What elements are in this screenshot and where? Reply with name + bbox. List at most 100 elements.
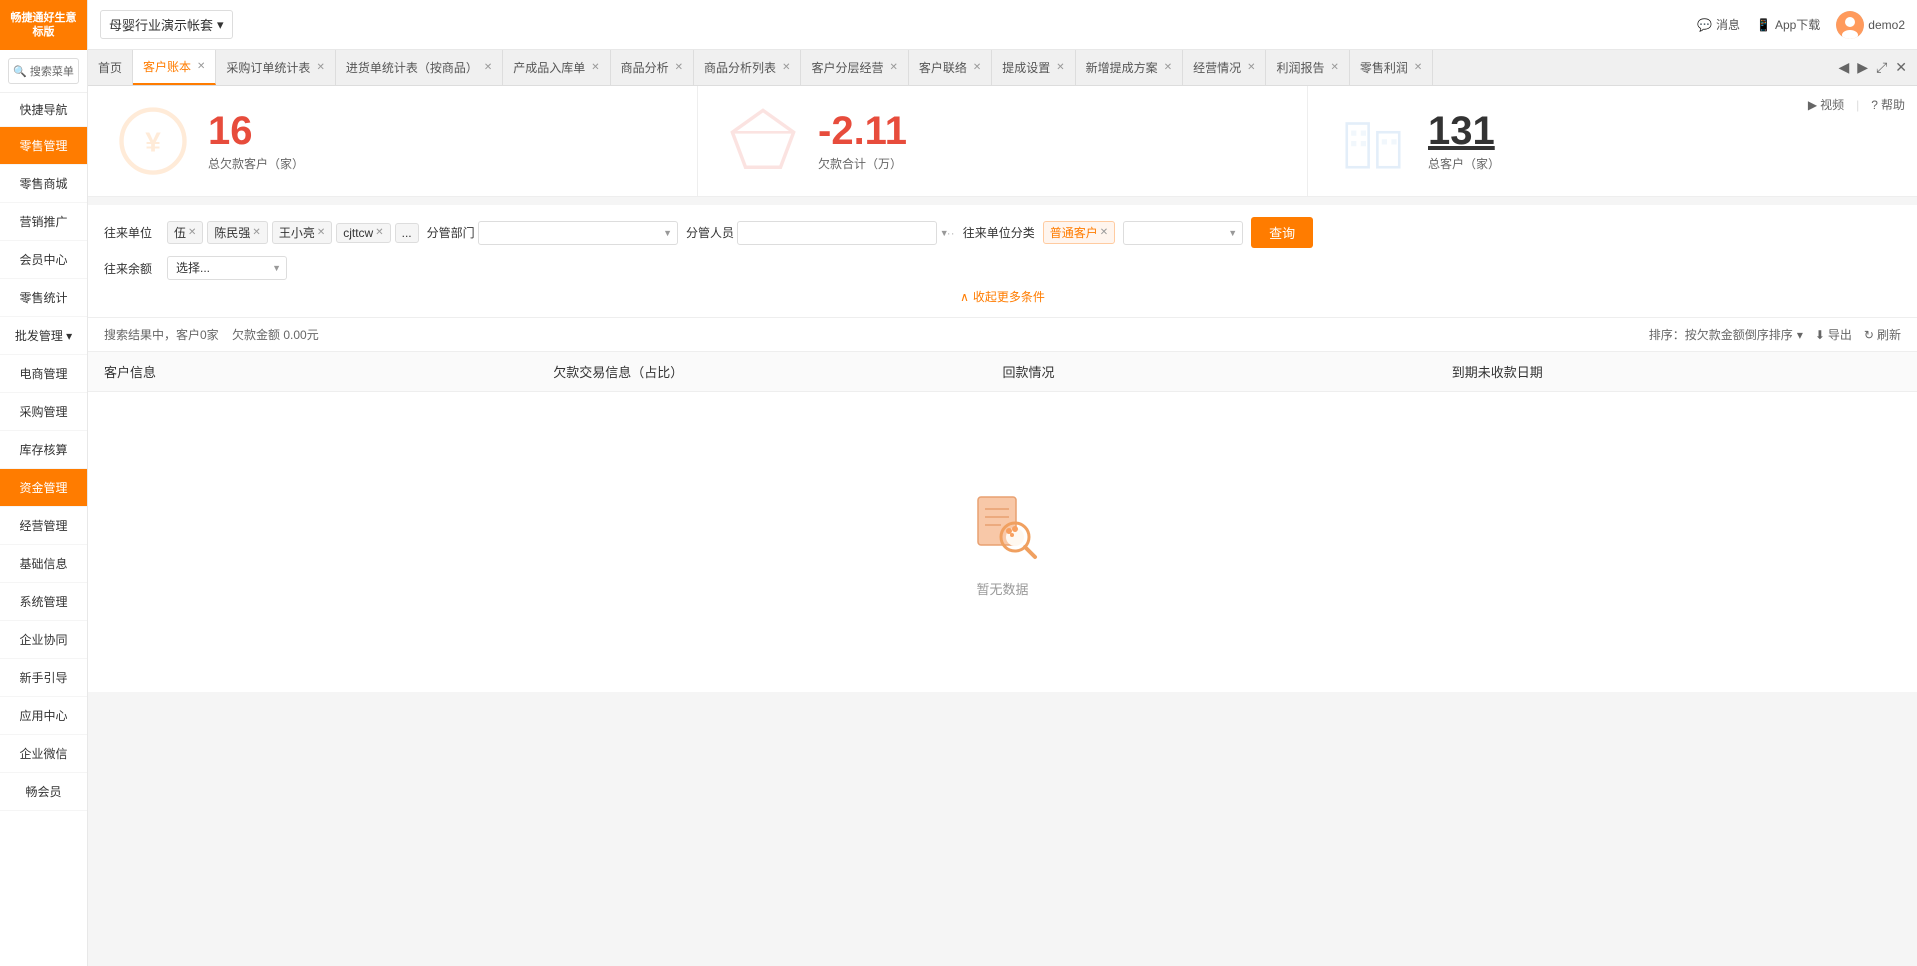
tab-product-analysis[interactable]: 商品分析 ✕ [611,50,694,85]
tab-close-inbound[interactable]: ✕ [591,62,599,73]
sidebar-item-system-mgmt[interactable]: 系统管理 [0,583,87,621]
account-selector[interactable]: 母婴行业演示帐套 ▾ [100,10,233,39]
filter-tag-close-normal-customer[interactable]: ✕ [1100,227,1108,238]
sidebar-item-enterprise-wechat[interactable]: 企业微信 [0,735,87,773]
dept-input[interactable] [478,221,678,245]
filter-tag-wang: 王小亮 ✕ [272,221,332,244]
messages-button[interactable]: 💬 消息 [1697,16,1740,33]
tab-close-analysis[interactable]: ✕ [675,62,683,73]
tab-expand-button[interactable]: ⤢ [1874,57,1889,78]
stat-icon-building [1338,106,1408,176]
sidebar-item-retail-mall[interactable]: 零售商城 [0,165,87,203]
filter-row-balance: 往来余额 选择... [104,256,1901,280]
collapse-button[interactable]: ∧ 收起更多条件 [104,288,1901,305]
tab-close-ops[interactable]: ✕ [1247,62,1255,73]
tab-close-inventory[interactable]: ✕ [484,62,492,73]
filter-label-unit-type: 往来单位分类 [963,224,1035,241]
sidebar-item-vip-member[interactable]: 畅会员 [0,773,87,811]
sidebar-item-ecommerce[interactable]: 电商管理 [0,355,87,393]
logo-text: 畅捷通好生意 标版 [11,11,77,40]
tab-close-segment[interactable]: ✕ [889,62,897,73]
tab-close-commission[interactable]: ✕ [1056,62,1064,73]
balance-select-wrap: 选择... [167,256,287,280]
filter-row-unit: 往来单位 伍 ✕ 陈民强 ✕ 王小亮 ✕ cjttcw [104,217,1901,248]
query-button[interactable]: 查询 [1251,217,1313,248]
chevron-up-icon: ∧ [960,290,969,304]
sidebar-item-retail-mgmt[interactable]: 零售管理 [0,127,87,165]
filter-tag-close-ce[interactable]: ✕ [188,227,196,238]
sidebar-item-finance[interactable]: 资金管理 [0,469,87,507]
video-link[interactable]: ▶ 视频 [1808,96,1844,113]
tab-product-inbound[interactable]: 产成品入库单 ✕ [503,50,610,85]
tab-close-retail-profit[interactable]: ✕ [1414,62,1422,73]
stat-card-debt: -2.11 欠款合计（万） [698,86,1308,196]
export-button[interactable]: ⬇ 导出 [1815,326,1852,343]
tab-product-analysis-list[interactable]: 商品分析列表 ✕ [694,50,801,85]
filter-tag-close-chen[interactable]: ✕ [252,227,260,238]
person-more-icon[interactable]: ··· [943,226,955,240]
app-download-button[interactable]: 📱 App下载 [1756,16,1820,33]
sidebar-item-new-guide[interactable]: 新手引导 [0,659,87,697]
stat-label-total: 总客户（家） [1428,155,1500,172]
tab-purchase-order-stats[interactable]: 采购订单统计表 ✕ [216,50,335,85]
tab-close-new-commission[interactable]: ✕ [1164,62,1172,73]
sidebar-item-operations[interactable]: 经营管理 [0,507,87,545]
sort-selector[interactable]: 排序：按欠款金额倒序排序 ▾ [1649,326,1803,343]
chevron-down-icon: ▾ [217,17,224,33]
col-customer-info: 客户信息 [104,362,553,381]
tab-close-contact[interactable]: ✕ [973,62,981,73]
filter-tag-cjttcw: cjttcw ✕ [336,223,390,243]
tab-close-analysis-list[interactable]: ✕ [782,62,790,73]
tab-next-button[interactable]: ▶ [1855,57,1870,78]
unit-type-select-wrap [1123,221,1243,245]
sidebar-item-marketing[interactable]: 营销推广 [0,203,87,241]
sidebar-item-batch-mgmt[interactable]: 批发管理 ▾ [0,317,87,355]
tab-home[interactable]: 首页 [88,50,133,85]
sidebar-item-retail-stats[interactable]: 零售统计 [0,279,87,317]
tab-inventory-stats[interactable]: 进货单统计表（按商品） ✕ [336,50,503,85]
tab-customer-ledger[interactable]: 客户账本 ✕ [133,50,216,85]
tab-new-commission[interactable]: 新增提成方案 ✕ [1076,50,1183,85]
sidebar-item-basic-info[interactable]: 基础信息 [0,545,87,583]
tab-prev-button[interactable]: ◀ [1837,57,1852,78]
filter-tag-more[interactable]: ... [395,223,419,243]
sidebar-search-section: 🔍 搜索菜单 [0,50,87,93]
download-icon: 📱 [1756,18,1771,32]
filter-tag-close-cjttcw[interactable]: ✕ [375,227,383,238]
tab-close-all-button[interactable]: ✕ [1893,57,1909,78]
filter-label-balance: 往来余额 [104,260,159,277]
unit-type-select[interactable] [1123,221,1243,245]
result-summary: 搜索结果中，客户0家 欠款金额 0.00元 [104,326,319,343]
sidebar-item-purchase-mgmt[interactable]: 采购管理 [0,393,87,431]
help-link[interactable]: ? 帮助 [1871,96,1905,113]
stat-label-customers: 总欠款客户（家） [208,155,304,172]
tab-retail-profit[interactable]: 零售利润 ✕ [1350,50,1433,85]
person-input[interactable] [737,221,937,245]
refresh-button[interactable]: ↻ 刷新 [1864,326,1901,343]
tab-customer-segment[interactable]: 客户分层经营 ✕ [801,50,908,85]
sidebar-item-enterprise-coop[interactable]: 企业协同 [0,621,87,659]
sidebar: 畅捷通好生意 标版 🔍 搜索菜单 快捷导航 零售管理 零售商城 营销推广 会员中… [0,0,88,966]
stats-row: ¥ 16 总欠款客户（家） -2.11 欠款合计（万 [88,86,1917,197]
search-menu-button[interactable]: 🔍 搜索菜单 [8,58,79,84]
user-menu[interactable]: demo2 [1836,11,1905,39]
tab-close-purchase-order[interactable]: ✕ [316,62,324,73]
tab-close-profit[interactable]: ✕ [1331,62,1339,73]
tab-operations[interactable]: 经营情况 ✕ [1183,50,1266,85]
tab-commission-settings[interactable]: 提成设置 ✕ [992,50,1075,85]
message-icon: 💬 [1697,18,1712,32]
stat-card-customers: ¥ 16 总欠款客户（家） [88,86,698,196]
stat-icon-money: ¥ [118,106,188,176]
tab-profit-report[interactable]: 利润报告 ✕ [1266,50,1349,85]
tab-customer-contact[interactable]: 客户联络 ✕ [909,50,992,85]
sidebar-item-app-center[interactable]: 应用中心 [0,697,87,735]
person-select-wrap: 分管人员 ··· [686,221,955,245]
sidebar-item-quick-nav[interactable]: 快捷导航 [0,93,87,127]
sidebar-item-inventory[interactable]: 库存核算 [0,431,87,469]
empty-text: 暂无数据 [976,579,1028,598]
tab-close-customer-ledger[interactable]: ✕ [197,61,205,72]
data-table: 客户信息 欠款交易信息（占比） 回款情况 到期未收款日期 [88,352,1917,692]
balance-select[interactable]: 选择... [167,256,287,280]
filter-tag-close-wang[interactable]: ✕ [317,227,325,238]
sidebar-item-member-center[interactable]: 会员中心 [0,241,87,279]
